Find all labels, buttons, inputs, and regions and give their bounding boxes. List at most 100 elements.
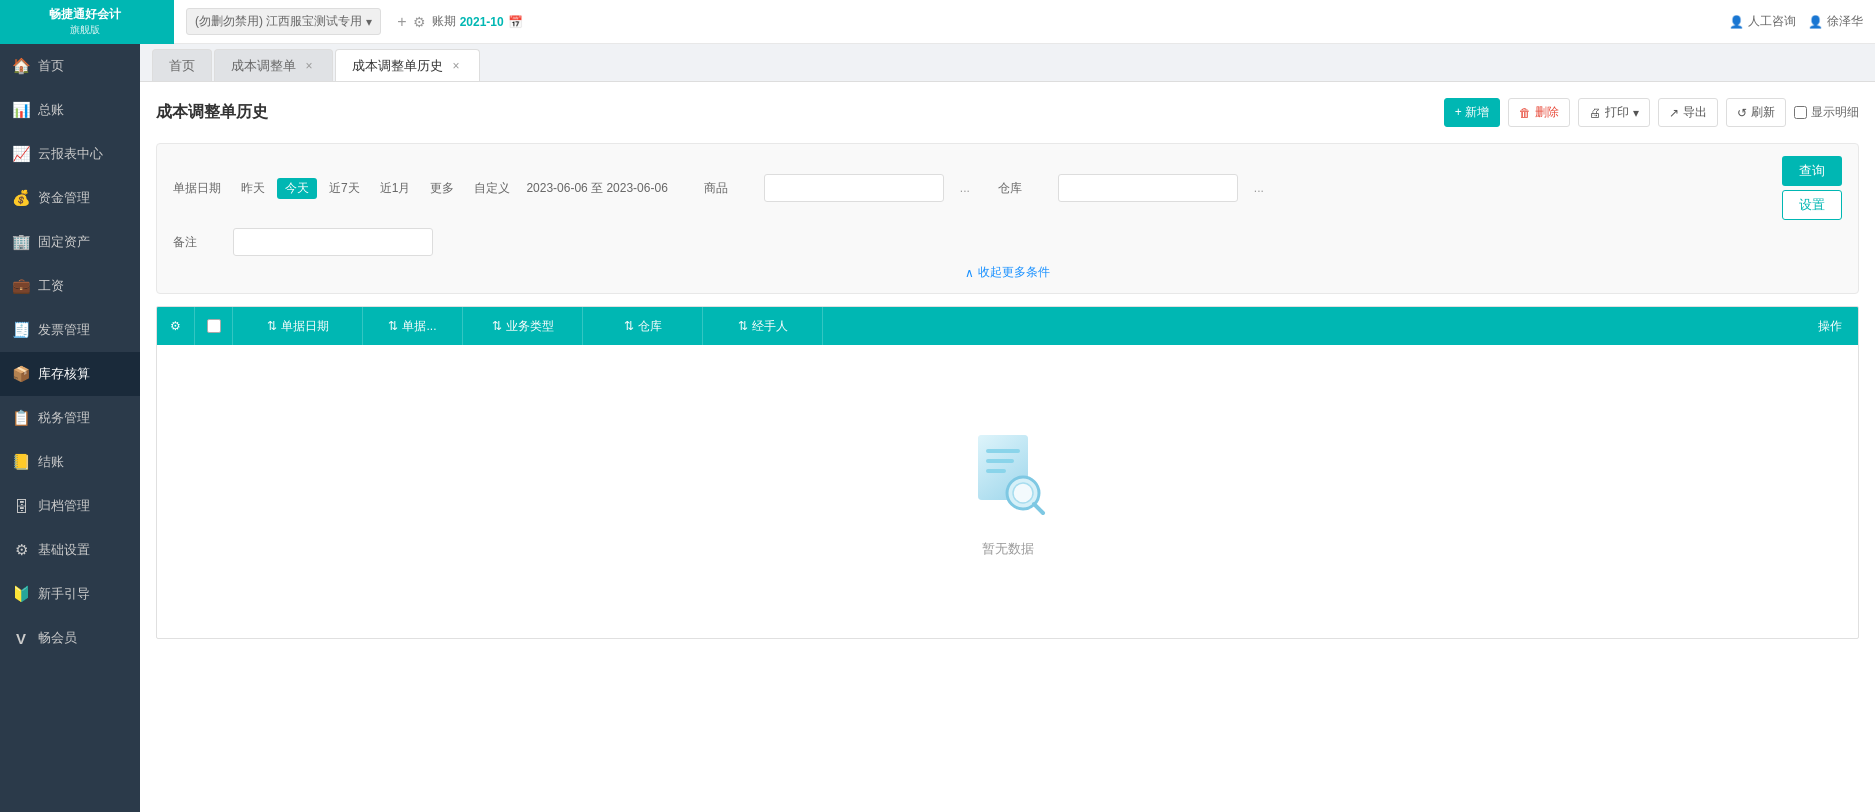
date-btn-today[interactable]: 今天 [277, 178, 317, 199]
tab-cost-adjust-history-close[interactable]: × [449, 59, 463, 73]
sidebar: 🏠 首页 📊 总账 📈 云报表中心 💰 资金管理 🏢 固定资产 [0, 44, 140, 812]
date-filter: 昨天 今天 近7天 近1月 更多 自定义 2023-06-06 至 2023-0… [233, 178, 668, 199]
export-button[interactable]: ↗ 导出 [1658, 98, 1718, 127]
ledger-icon: 📊 [12, 101, 30, 119]
filter-settings-button[interactable]: 设置 [1782, 190, 1842, 220]
tab-cost-adjust-label: 成本调整单 [231, 57, 296, 75]
tax-icon: 📋 [12, 409, 30, 427]
sort-icon: ⇅ [738, 319, 748, 333]
query-button[interactable]: 查询 [1782, 156, 1842, 186]
sidebar-item-label: 税务管理 [38, 409, 90, 427]
sidebar-item-archive[interactable]: 🗄 归档管理 [0, 484, 140, 528]
tab-cost-adjust-history[interactable]: 成本调整单历史 × [335, 49, 480, 81]
show-detail-checkbox[interactable] [1794, 106, 1807, 119]
warehouse-input[interactable] [1058, 174, 1238, 202]
show-detail-toggle[interactable]: 显示明细 [1794, 104, 1859, 121]
print-dropdown-icon: ▾ [1633, 106, 1639, 120]
sidebar-item-assets[interactable]: 🏢 固定资产 [0, 220, 140, 264]
sort-icon: ⇅ [492, 319, 502, 333]
sidebar-item-vip[interactable]: V 畅会员 [0, 616, 140, 660]
sidebar-item-closing[interactable]: 📒 结账 [0, 440, 140, 484]
settings-icon: ⚙ [12, 541, 30, 559]
tab-cost-adjust-close[interactable]: × [302, 59, 316, 73]
sidebar-item-label: 云报表中心 [38, 145, 103, 163]
tab-home[interactable]: 首页 [152, 49, 212, 81]
sort-icon: ⇅ [624, 319, 634, 333]
add-button[interactable]: + 新增 [1444, 98, 1500, 127]
add-company-icon[interactable]: + [397, 13, 406, 31]
header-actions: + 新增 🗑 删除 🖨 打印 ▾ ↗ 导出 [1444, 98, 1859, 127]
user-service-btn[interactable]: 👤 人工咨询 [1729, 13, 1796, 30]
date-btn-yesterday[interactable]: 昨天 [233, 178, 273, 199]
archive-icon: 🗄 [12, 498, 30, 515]
sidebar-item-reports[interactable]: 📈 云报表中心 [0, 132, 140, 176]
settings-company-icon[interactable]: ⚙ [413, 14, 426, 30]
closing-icon: 📒 [12, 453, 30, 471]
empty-icon [958, 425, 1058, 528]
sidebar-item-label: 发票管理 [38, 321, 90, 339]
print-icon: 🖨 [1589, 106, 1601, 120]
delete-button[interactable]: 🗑 删除 [1508, 98, 1570, 127]
assets-icon: 🏢 [12, 233, 30, 251]
column-date[interactable]: ⇅ 单据日期 [233, 307, 363, 345]
delete-icon: 🗑 [1519, 106, 1531, 120]
calendar-icon[interactable]: 📅 [508, 15, 523, 29]
column-voucher[interactable]: ⇅ 单据... [363, 307, 463, 345]
column-settings-icon: ⚙ [170, 319, 181, 333]
sidebar-item-label: 畅会员 [38, 629, 77, 647]
sidebar-item-settings[interactable]: ⚙ 基础设置 [0, 528, 140, 572]
sidebar-item-label: 固定资产 [38, 233, 90, 251]
date-btn-more[interactable]: 更多 [422, 178, 462, 199]
sidebar-item-payroll[interactable]: 💼 工资 [0, 264, 140, 308]
warehouse-ellipsis[interactable]: ... [1250, 181, 1268, 195]
reports-icon: 📈 [12, 145, 30, 163]
collapse-up-icon: ∧ [965, 266, 974, 280]
tab-cost-adjust[interactable]: 成本调整单 × [214, 49, 333, 81]
goods-input[interactable] [764, 174, 944, 202]
svg-rect-4 [986, 469, 1006, 473]
column-biztype[interactable]: ⇅ 业务类型 [463, 307, 583, 345]
column-handler[interactable]: ⇅ 经手人 [703, 307, 823, 345]
date-btn-1month[interactable]: 近1月 [372, 178, 419, 199]
refresh-button[interactable]: ↺ 刷新 [1726, 98, 1786, 127]
svg-line-7 [1034, 504, 1043, 513]
svg-rect-3 [986, 459, 1014, 463]
select-all-checkbox[interactable] [207, 319, 221, 333]
period-info: 账期 2021-10 📅 [432, 13, 523, 30]
notes-input[interactable] [233, 228, 433, 256]
sidebar-item-home[interactable]: 🏠 首页 [0, 44, 140, 88]
goods-ellipsis[interactable]: ... [956, 181, 974, 195]
sidebar-item-ledger[interactable]: 📊 总账 [0, 88, 140, 132]
user-info[interactable]: 👤 徐泽华 [1808, 13, 1863, 30]
app-logo-top: 畅捷通好会计 [49, 7, 121, 23]
column-warehouse[interactable]: ⇅ 仓库 [583, 307, 703, 345]
company-selector[interactable]: (勿删勿禁用) 江西服宝测试专用 ▾ [186, 8, 381, 35]
guide-icon: 🔰 [12, 585, 30, 603]
sidebar-item-inventory[interactable]: 📦 库存核算 [0, 352, 140, 396]
tab-cost-adjust-history-label: 成本调整单历史 [352, 57, 443, 75]
sidebar-item-invoices[interactable]: 🧾 发票管理 [0, 308, 140, 352]
inventory-icon: 📦 [12, 365, 30, 383]
print-button[interactable]: 🖨 打印 ▾ [1578, 98, 1650, 127]
page-title: 成本调整单历史 [156, 102, 268, 123]
tab-bar: 首页 成本调整单 × 成本调整单历史 × [140, 44, 1875, 82]
filter-section: 单据日期 昨天 今天 近7天 近1月 更多 自定义 2023-06-06 至 2… [156, 143, 1859, 294]
sidebar-item-label: 库存核算 [38, 365, 90, 383]
sidebar-item-funds[interactable]: 💰 资金管理 [0, 176, 140, 220]
sidebar-item-tax[interactable]: 📋 税务管理 [0, 396, 140, 440]
sidebar-item-label: 资金管理 [38, 189, 90, 207]
column-settings-btn[interactable]: ⚙ [157, 307, 195, 345]
sidebar-item-guide[interactable]: 🔰 新手引导 [0, 572, 140, 616]
dropdown-icon: ▾ [366, 15, 372, 29]
select-all-checkbox-cell[interactable] [195, 307, 233, 345]
date-btn-custom[interactable]: 自定义 [466, 178, 518, 199]
filter-action-buttons: 查询 设置 [1782, 156, 1842, 220]
svg-rect-2 [986, 449, 1020, 453]
sort-up-icon: ⇅ [267, 319, 277, 333]
table-header: ⚙ ⇅ 单据日期 ⇅ 单据... [157, 307, 1858, 345]
vip-icon: V [12, 630, 30, 647]
sidebar-item-label: 总账 [38, 101, 64, 119]
collapse-filter-btn[interactable]: ∧ 收起更多条件 [965, 264, 1050, 281]
date-btn-7days[interactable]: 近7天 [321, 178, 368, 199]
company-name: (勿删勿禁用) 江西服宝测试专用 [195, 13, 362, 30]
